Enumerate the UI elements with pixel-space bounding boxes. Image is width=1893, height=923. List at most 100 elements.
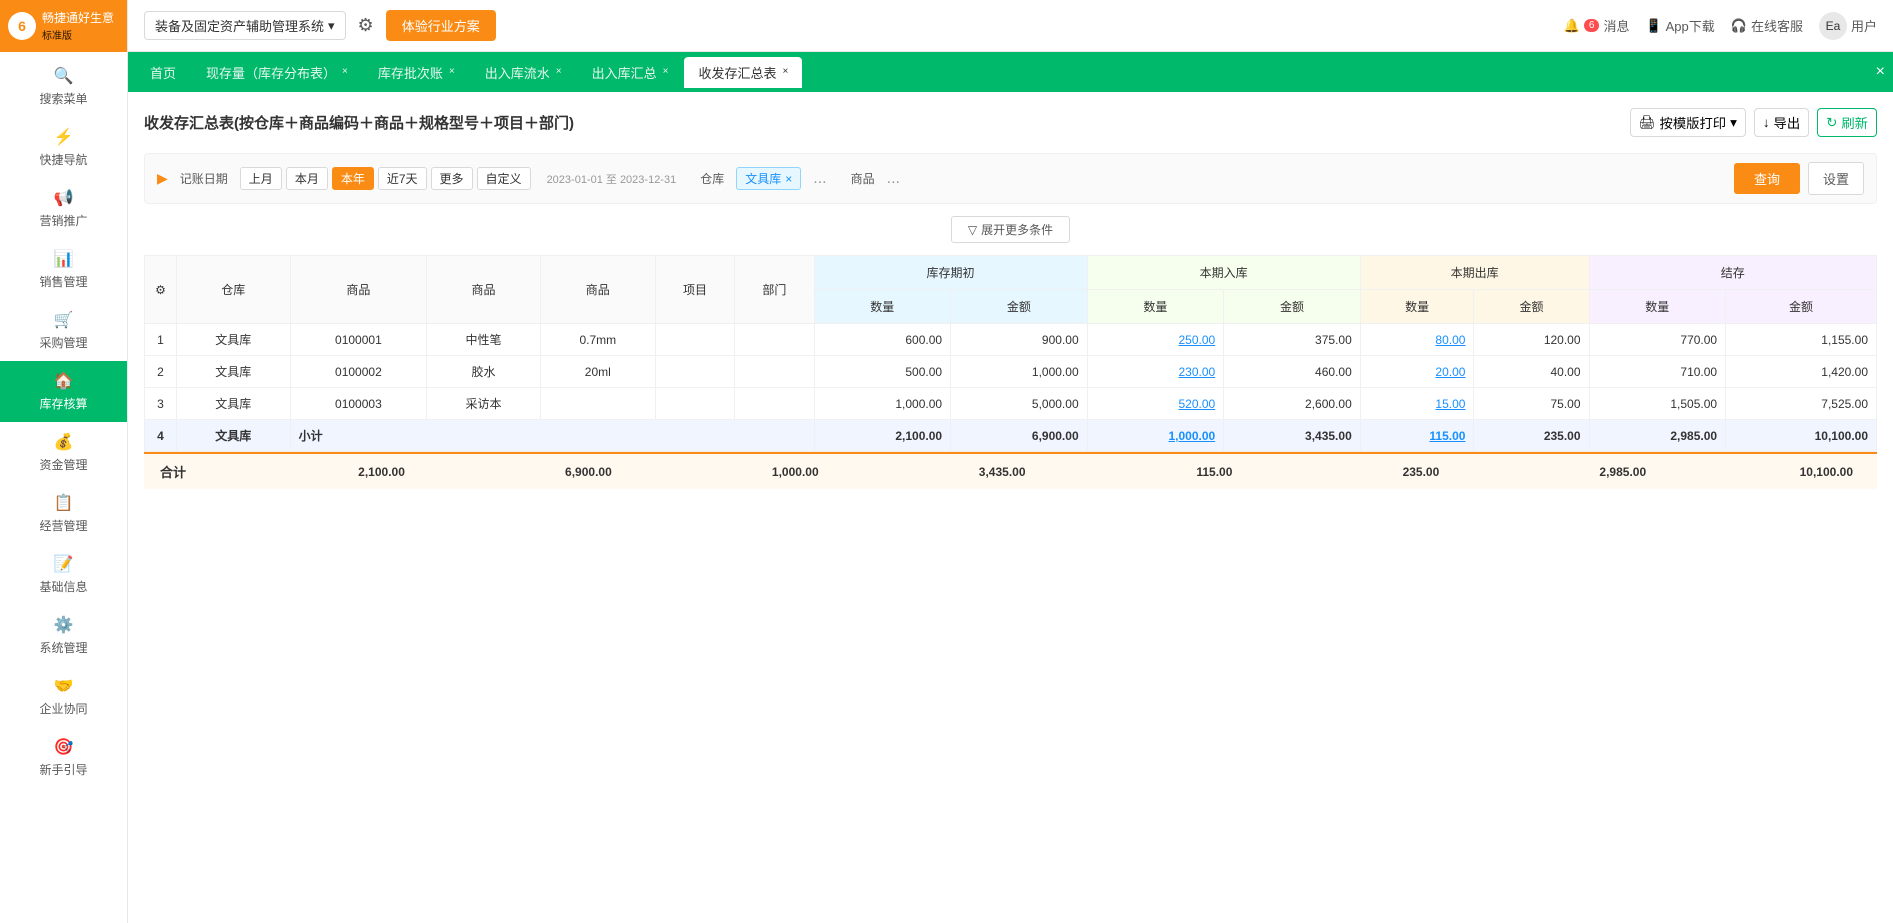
subtotal-close-qty: 2,985.00 bbox=[1589, 420, 1726, 452]
settings-icon[interactable]: ⚙ bbox=[358, 15, 374, 36]
tab-label-recv-send-summary: 收发存汇总表 bbox=[698, 63, 776, 82]
warehouse-more-dots[interactable]: ... bbox=[813, 170, 826, 188]
tabs-bar-close[interactable]: × bbox=[1876, 63, 1885, 81]
table-settings-icon[interactable]: ⚙ bbox=[145, 256, 177, 324]
sidebar-item-system[interactable]: ⚙️ 系统管理 bbox=[0, 605, 127, 666]
sidebar-item-label-newbie: 新手引导 bbox=[39, 761, 87, 778]
date-btn-本月[interactable]: 本月 bbox=[286, 167, 328, 190]
row-in-amt: 375.00 bbox=[1224, 324, 1361, 356]
page-title: 收发存汇总表(按仓库＋商品编码＋商品＋规格型号＋项目＋部门) bbox=[144, 112, 574, 133]
settings-button[interactable]: 设置 bbox=[1808, 162, 1864, 195]
expand-conditions-button[interactable]: ▽ 展开更多条件 bbox=[951, 216, 1070, 243]
warehouse-value: 文具库 bbox=[745, 170, 781, 187]
warehouse-tag-close[interactable]: × bbox=[785, 172, 792, 186]
tab-inout-flow[interactable]: 出入库流水 × bbox=[471, 57, 576, 88]
subtotal-row: 4 文具库 小计 2,100.00 6,900.00 1,000.00 3,43… bbox=[145, 420, 1877, 452]
phone-icon: 📱 bbox=[1645, 18, 1661, 34]
tab-recv-send-summary[interactable]: 收发存汇总表 × bbox=[684, 57, 802, 88]
row-goods-spec: 20ml bbox=[540, 356, 655, 388]
sidebar-item-purchase[interactable]: 🛒 采购管理 bbox=[0, 300, 127, 361]
inventory-icon: 🏠 bbox=[54, 371, 74, 391]
sidebar-item-newbie[interactable]: 🎯 新手引导 bbox=[0, 727, 127, 788]
subtotal-in-qty[interactable]: 1,000.00 bbox=[1087, 420, 1224, 452]
tab-label-inventory-dist: 现存量（库存分布表） bbox=[206, 63, 336, 82]
logo-icon: 6 bbox=[8, 12, 36, 40]
refresh-button[interactable]: ↻ 刷新 bbox=[1817, 108, 1877, 137]
in-qty-header: 数量 bbox=[1087, 290, 1224, 324]
row-goods-code: 0100003 bbox=[290, 388, 427, 420]
sidebar-item-label-purchase: 采购管理 bbox=[39, 334, 87, 351]
notification-item[interactable]: 🔔 6 消息 bbox=[1564, 16, 1630, 35]
sidebar-item-label-quick: 快捷导航 bbox=[39, 151, 87, 168]
tab-inout-summary[interactable]: 出入库汇总 × bbox=[578, 57, 683, 88]
tab-close-recv-send-summary[interactable]: × bbox=[782, 67, 788, 77]
date-btn-更多[interactable]: 更多 bbox=[431, 167, 473, 190]
row-out-qty[interactable]: 80.00 bbox=[1360, 324, 1474, 356]
date-btn-上月[interactable]: 上月 bbox=[240, 167, 282, 190]
col-goods-name-header: 商品 bbox=[427, 256, 541, 324]
row-goods-name: 中性笔 bbox=[427, 324, 541, 356]
table-footer: 合计 2,100.00 6,900.00 1,000.00 3,435.00 1… bbox=[144, 452, 1877, 489]
sidebar-item-finance[interactable]: 💰 资金管理 bbox=[0, 422, 127, 483]
row-in-amt: 2,600.00 bbox=[1224, 388, 1361, 420]
sidebar-item-sales[interactable]: 📊 销售管理 bbox=[0, 239, 127, 300]
row-out-qty[interactable]: 20.00 bbox=[1360, 356, 1474, 388]
warehouse-filter-label: 仓库 bbox=[700, 170, 724, 187]
row-out-amt: 120.00 bbox=[1474, 324, 1589, 356]
out-qty-header: 数量 bbox=[1360, 290, 1474, 324]
tab-inventory-dist[interactable]: 现存量（库存分布表） × bbox=[192, 57, 362, 88]
tab-batch-account[interactable]: 库存批次账× bbox=[364, 57, 469, 88]
goods-more-dots[interactable]: ... bbox=[887, 170, 900, 188]
expand-icon: ▽ bbox=[968, 223, 977, 237]
subtotal-out-qty[interactable]: 115.00 bbox=[1360, 420, 1474, 452]
sidebar-item-label-system: 系统管理 bbox=[39, 639, 87, 656]
row-goods-name: 采访本 bbox=[427, 388, 541, 420]
sidebar-item-basic[interactable]: 📝 基础信息 bbox=[0, 544, 127, 605]
topbar: 装备及固定资产辅助管理系统 ▾ ⚙ 体验行业方案 🔔 6 消息 📱 App下载 … bbox=[128, 0, 1893, 52]
row-in-qty[interactable]: 520.00 bbox=[1087, 388, 1224, 420]
row-in-qty[interactable]: 250.00 bbox=[1087, 324, 1224, 356]
export-button[interactable]: ↓ 导出 bbox=[1754, 108, 1809, 137]
sidebar-item-quick[interactable]: ⚡ 快捷导航 bbox=[0, 117, 127, 178]
col-opening-header: 库存期初 bbox=[814, 256, 1087, 290]
closing-qty-header: 数量 bbox=[1589, 290, 1726, 324]
sidebar-item-search[interactable]: 🔍 搜索菜单 bbox=[0, 56, 127, 117]
row-out-amt: 40.00 bbox=[1474, 356, 1589, 388]
user-item[interactable]: Ea 用户 bbox=[1819, 12, 1877, 40]
online-support-item[interactable]: 🎧 在线客服 bbox=[1731, 16, 1803, 35]
app-download-item[interactable]: 📱 App下载 bbox=[1645, 16, 1714, 35]
tab-close-inout-flow[interactable]: × bbox=[556, 67, 562, 77]
chevron-down-icon: ▾ bbox=[1730, 115, 1737, 131]
sidebar-item-inventory[interactable]: 🏠 库存核算 bbox=[0, 361, 127, 422]
sidebar-item-label-sales: 销售管理 bbox=[39, 273, 87, 290]
row-project bbox=[655, 388, 734, 420]
topbar-right: 🔔 6 消息 📱 App下载 🎧 在线客服 Ea 用户 bbox=[1564, 12, 1877, 40]
date-btn-自定义[interactable]: 自定义 bbox=[477, 167, 531, 190]
sidebar-item-collab[interactable]: 🤝 企业协同 bbox=[0, 666, 127, 727]
col-dept-header: 部门 bbox=[735, 256, 814, 324]
system-select[interactable]: 装备及固定资产辅助管理系统 ▾ bbox=[144, 11, 346, 40]
tab-close-inventory-dist[interactable]: × bbox=[342, 67, 348, 77]
sidebar-item-marketing[interactable]: 📢 营销推广 bbox=[0, 178, 127, 239]
in-amt-header: 金额 bbox=[1224, 290, 1361, 324]
date-btn-本年[interactable]: 本年 bbox=[332, 167, 374, 190]
tab-close-inout-summary[interactable]: × bbox=[663, 67, 669, 77]
tab-home[interactable]: 首页 bbox=[136, 57, 190, 88]
row-dept bbox=[735, 324, 814, 356]
trial-button[interactable]: 体验行业方案 bbox=[386, 10, 496, 41]
date-btn-近7天[interactable]: 近7天 bbox=[378, 167, 427, 190]
tab-label-inout-flow: 出入库流水 bbox=[485, 63, 550, 82]
sidebar-item-operations[interactable]: 📋 经营管理 bbox=[0, 483, 127, 544]
subtotal-open-qty: 2,100.00 bbox=[814, 420, 951, 452]
query-button[interactable]: 查询 bbox=[1734, 163, 1800, 194]
opening-amt-header: 金额 bbox=[951, 290, 1088, 324]
row-out-qty[interactable]: 15.00 bbox=[1360, 388, 1474, 420]
row-in-qty[interactable]: 230.00 bbox=[1087, 356, 1224, 388]
filter-expand-arrow[interactable]: ▶ bbox=[157, 170, 168, 187]
system-icon: ⚙️ bbox=[54, 615, 74, 635]
headset-icon: 🎧 bbox=[1731, 18, 1747, 34]
tab-label-inout-summary: 出入库汇总 bbox=[592, 63, 657, 82]
row-num: 3 bbox=[145, 388, 177, 420]
print-button[interactable]: 🖨 按模版打印 ▾ bbox=[1630, 108, 1746, 137]
tab-close-batch-account[interactable]: × bbox=[449, 67, 455, 77]
